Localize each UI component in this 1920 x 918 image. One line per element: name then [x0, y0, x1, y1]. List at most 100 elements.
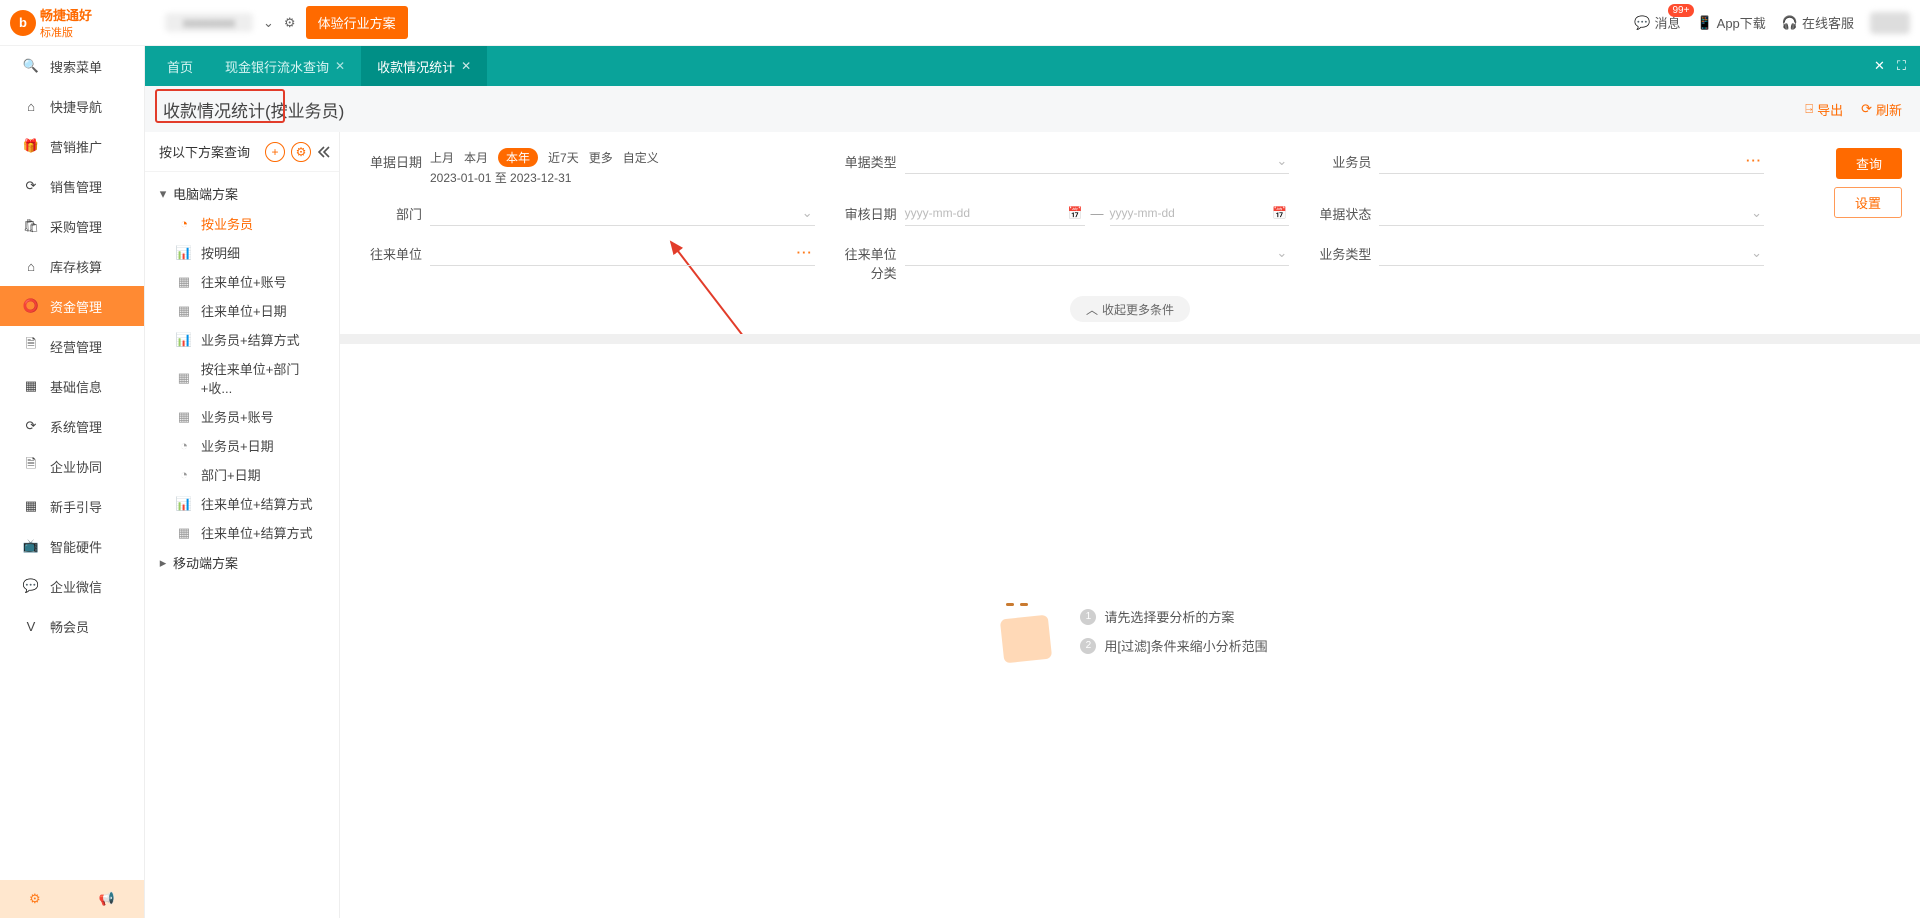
- sidebar-item-6[interactable]: ⭕资金管理: [0, 286, 144, 326]
- sidebar-item-12[interactable]: 📺智能硬件: [0, 526, 144, 566]
- select-partner-class[interactable]: ⌄: [905, 240, 1290, 266]
- sidebar-item-label: 快捷导航: [50, 97, 102, 116]
- sidebar-item-13[interactable]: 💬企业微信: [0, 566, 144, 606]
- scheme-panel-header: 按以下方案查询 + ⚙: [145, 132, 339, 172]
- main-area: 首页现金银行流水查询✕收款情况统计✕ ✕ ⛶ 收款情况统计(按业务员) ⍈ 导出…: [145, 46, 1920, 918]
- select-bill-status[interactable]: ⌄: [1379, 200, 1764, 226]
- sidebar-item-11[interactable]: ▦新手引导: [0, 486, 144, 526]
- scheme-item-0-2[interactable]: ▦往来单位+账号: [145, 267, 339, 296]
- audit-date-from[interactable]: yyyy-mm-dd 📅: [905, 200, 1085, 226]
- export-button[interactable]: ⍈ 导出: [1805, 100, 1843, 119]
- sidebar-item-14[interactable]: V畅会员: [0, 606, 144, 646]
- sidebar-item-3[interactable]: ⟳销售管理: [0, 166, 144, 206]
- scheme-item-label: 按业务员: [201, 214, 253, 233]
- chevron-down-icon: ⌄: [1276, 245, 1287, 261]
- scheme-item-0-9[interactable]: 📊往来单位+结算方式: [145, 489, 339, 518]
- date-quick-上月[interactable]: 上月: [430, 149, 454, 166]
- scheme-item-0-0[interactable]: ◔按业务员: [145, 209, 339, 238]
- scheme-group-0[interactable]: ▾电脑端方案: [145, 178, 339, 209]
- select-bill-type[interactable]: ⌄: [905, 148, 1290, 174]
- sidebar-item-8[interactable]: ▦基础信息: [0, 366, 144, 406]
- sidebar-item-5[interactable]: ⌂库存核算: [0, 246, 144, 286]
- top-bar: b 畅捷通好 标准版 xxxxxxxx ⌄ ⚙ 体验行业方案 💬 消息 99+ …: [0, 0, 1920, 46]
- sidebar-item-label: 经营管理: [50, 337, 102, 356]
- sidebar-item-icon: 🛍: [22, 218, 40, 234]
- scheme-item-0-6[interactable]: ▦业务员+账号: [145, 402, 339, 431]
- sidebar-item-icon: ▦: [22, 498, 40, 514]
- select-biz-type[interactable]: ⌄: [1379, 240, 1764, 266]
- date-quick-更多[interactable]: 更多: [589, 149, 613, 166]
- gear-icon[interactable]: ⚙: [284, 15, 296, 31]
- field-bill-status: 单据状态 ⌄: [1307, 200, 1764, 226]
- refresh-button[interactable]: ⟳ 刷新: [1861, 100, 1902, 119]
- date-quick-近7天[interactable]: 近7天: [548, 149, 579, 166]
- messages-button[interactable]: 💬 消息 99+: [1634, 13, 1680, 32]
- select-department[interactable]: ⌄: [430, 200, 815, 226]
- date-quick-自定义[interactable]: 自定义: [623, 149, 659, 166]
- app-download-label: App下载: [1717, 13, 1766, 32]
- collapse-scheme-panel-button[interactable]: [317, 145, 331, 159]
- org-name-blurred[interactable]: xxxxxxxx: [165, 13, 253, 32]
- scheme-item-0-5[interactable]: ▦按往来单位+部门+收...: [145, 354, 339, 402]
- query-button[interactable]: 查询: [1836, 148, 1902, 179]
- label-partner-class: 往来单位分类: [833, 240, 897, 282]
- trial-industry-button[interactable]: 体验行业方案: [306, 6, 408, 39]
- close-icon[interactable]: ✕: [335, 59, 345, 73]
- chevron-up-icon: ︿: [1086, 301, 1098, 318]
- scheme-item-icon: ▦: [175, 302, 193, 320]
- sidebar-item-4[interactable]: 🛍采购管理: [0, 206, 144, 246]
- date-range-text: 2023-01-01 至 2023-12-31: [430, 169, 815, 186]
- customer-service-button[interactable]: 🎧 在线客服: [1782, 13, 1854, 32]
- date-quick-本年[interactable]: 本年: [498, 148, 538, 167]
- scheme-item-0-4[interactable]: 📊业务员+结算方式: [145, 325, 339, 354]
- field-partner-class: 往来单位分类 ⌄: [833, 240, 1290, 282]
- add-scheme-button[interactable]: +: [265, 142, 285, 162]
- fullscreen-icon[interactable]: ⛶: [1897, 58, 1906, 74]
- tab-1[interactable]: 现金银行流水查询✕: [209, 46, 361, 86]
- sidebar-item-9[interactable]: ⟳系统管理: [0, 406, 144, 446]
- customer-service-label: 在线客服: [1802, 13, 1854, 32]
- scheme-item-0-10[interactable]: ▦往来单位+结算方式: [145, 518, 339, 547]
- sidebar-item-0[interactable]: 🔍搜索菜单: [0, 46, 144, 86]
- sidebar-item-1[interactable]: ⌂快捷导航: [0, 86, 144, 126]
- sidebar-item-7[interactable]: 🗎经营管理: [0, 326, 144, 366]
- collapse-filters-label: 收起更多条件: [1102, 301, 1174, 318]
- sidebar-item-icon: 📺: [22, 538, 40, 554]
- scheme-group-1[interactable]: ▸移动端方案: [145, 547, 339, 578]
- collapse-filters-button[interactable]: ︿ 收起更多条件: [1070, 296, 1190, 322]
- scheme-item-0-1[interactable]: 📊按明细: [145, 238, 339, 267]
- more-dots-icon: ···: [1746, 153, 1762, 168]
- sidebar-item-icon: 🎁: [22, 138, 40, 154]
- org-chevron-down-icon[interactable]: ⌄: [263, 15, 274, 31]
- scheme-item-0-8[interactable]: ◔部门+日期: [145, 460, 339, 489]
- close-all-icon[interactable]: ✕: [1874, 58, 1885, 74]
- scheme-item-0-3[interactable]: ▦往来单位+日期: [145, 296, 339, 325]
- scheme-settings-button[interactable]: ⚙: [291, 142, 311, 162]
- sidebar-item-icon: 🗎: [22, 455, 40, 477]
- settings-button[interactable]: 设置: [1834, 187, 1902, 218]
- user-avatar-blurred[interactable]: [1870, 12, 1910, 34]
- scheme-item-icon: 📊: [175, 244, 193, 262]
- tab-2[interactable]: 收款情况统计✕: [361, 46, 487, 86]
- close-icon[interactable]: ✕: [461, 59, 471, 73]
- label-bill-date: 单据日期: [358, 148, 422, 171]
- tab-0[interactable]: 首页: [151, 46, 209, 86]
- scheme-item-icon: 📊: [175, 495, 193, 513]
- scheme-item-icon: ▦: [175, 408, 193, 426]
- audit-date-to[interactable]: yyyy-mm-dd 📅: [1110, 200, 1290, 226]
- scheme-item-0-7[interactable]: ◔业务员+日期: [145, 431, 339, 460]
- page-title-text: 收款情况统计(按业务员): [163, 102, 344, 121]
- footer-speaker-icon[interactable]: 📢: [99, 891, 115, 907]
- chevron-down-icon: ⌄: [1751, 205, 1762, 221]
- date-quick-本月[interactable]: 本月: [464, 149, 488, 166]
- field-bill-type: 单据类型 ⌄: [833, 148, 1290, 174]
- select-salesperson[interactable]: ···: [1379, 148, 1764, 174]
- sidebar-item-2[interactable]: 🎁营销推广: [0, 126, 144, 166]
- footer-gear-icon[interactable]: ⚙: [29, 891, 41, 907]
- scheme-item-icon: ▦: [175, 273, 193, 291]
- field-biz-type: 业务类型 ⌄: [1307, 240, 1764, 266]
- app-download-button[interactable]: 📱 App下载: [1696, 13, 1765, 32]
- sidebar-item-icon: ⟳: [22, 178, 40, 194]
- select-partner[interactable]: ···: [430, 240, 815, 266]
- sidebar-item-10[interactable]: 🗎企业协同: [0, 446, 144, 486]
